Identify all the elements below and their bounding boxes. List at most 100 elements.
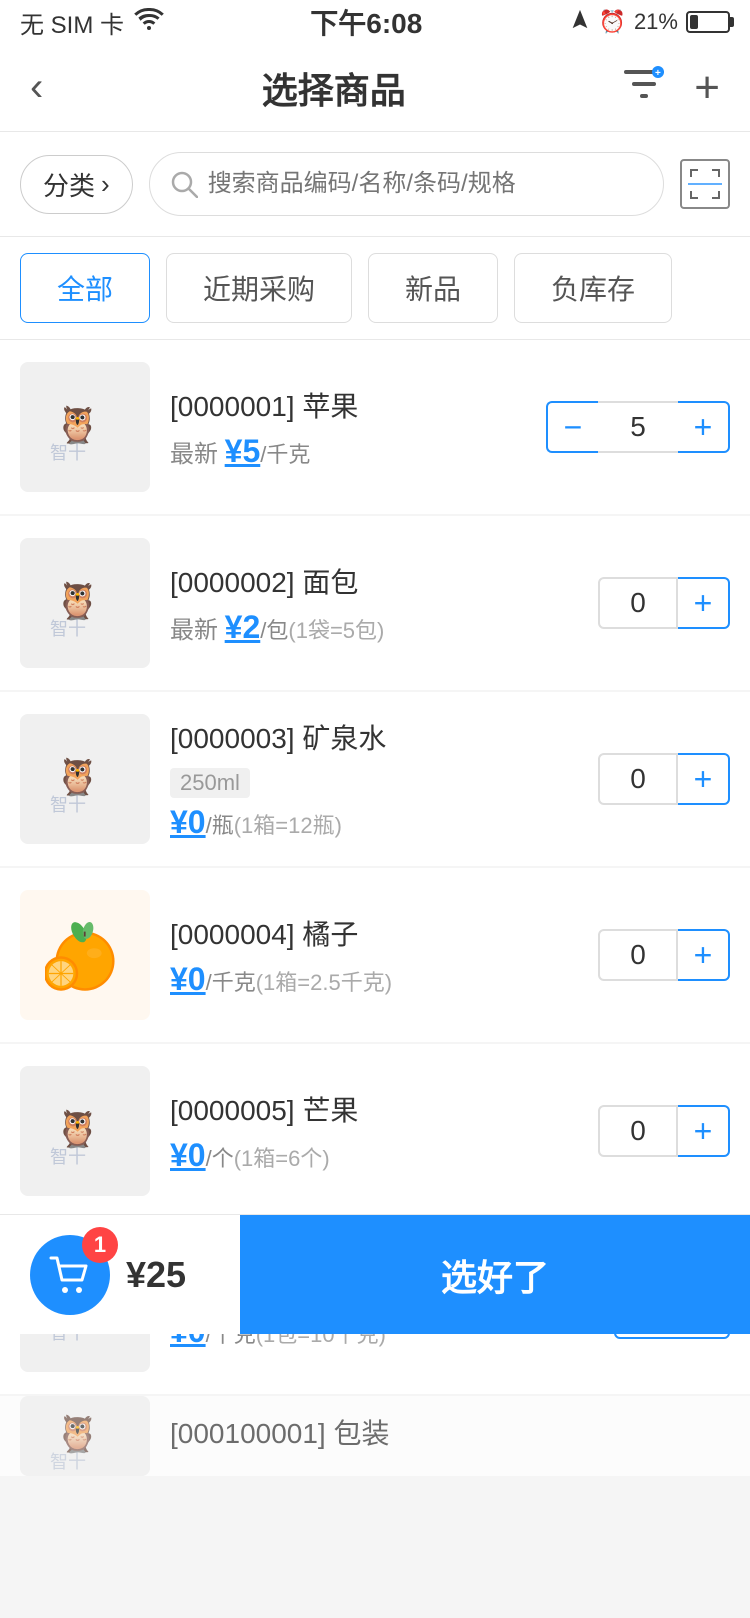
status-left: 无 SIM 卡 [20, 5, 164, 40]
quantity-input[interactable] [598, 753, 678, 805]
product-name: [0000002] 面包 [170, 561, 578, 601]
cart-total: ¥25 [126, 1254, 186, 1296]
product-info: [0000003] 矿泉水 250ml ¥0/瓶(1箱=12瓶) [170, 717, 578, 841]
product-spec: 250ml [170, 768, 250, 798]
list-item: 🦉 智十 [0000001] 苹果 最新 ¥5/千克 − + [0, 340, 750, 514]
wifi-icon [134, 8, 164, 37]
svg-text:🦉: 🦉 [55, 756, 100, 797]
nav-icons: + + [624, 63, 720, 113]
cart-badge: 1 [82, 1227, 118, 1263]
tab-row: 全部 近期采购 新品 负库存 [0, 237, 750, 340]
price-unit: /瓶 [206, 813, 234, 838]
list-item: [0000004] 橘子 ¥0/千克(1箱=2.5千克) + [0, 868, 750, 1042]
price-note: (1箱=2.5千克) [256, 970, 392, 995]
battery-percent: 21% [634, 9, 678, 35]
quantity-increase-button[interactable]: + [678, 929, 730, 981]
quantity-input[interactable] [598, 577, 678, 629]
svg-text:+: + [655, 68, 661, 79]
svg-text:智十: 智十 [50, 795, 86, 815]
product-price: 最新 ¥5/千克 [170, 433, 526, 470]
quantity-input[interactable] [598, 929, 678, 981]
product-price: ¥0/千克(1箱=2.5千克) [170, 961, 578, 998]
placeholder-icon: 🦉 智十 [45, 563, 125, 643]
svg-text:智十: 智十 [50, 1147, 86, 1167]
price-unit: /包 [260, 618, 288, 643]
placeholder-icon: 🦉 智十 [45, 739, 125, 819]
scan-icon[interactable] [680, 159, 730, 209]
alarm-icon: ⏰ [599, 9, 626, 35]
page-title: 选择商品 [262, 62, 406, 114]
search-icon [170, 170, 198, 198]
price-unit: /个 [206, 1146, 234, 1171]
tab-negative[interactable]: 负库存 [514, 253, 672, 323]
svg-text:🦉: 🦉 [55, 580, 100, 621]
product-thumbnail: 🦉 智十 [20, 1066, 150, 1196]
price-value: ¥0 [170, 1137, 206, 1173]
list-item: 🦉 智十 [0000005] 芒果 ¥0/个(1箱=6个) + [0, 1044, 750, 1218]
product-name: [0000003] 矿泉水 [170, 717, 578, 757]
nav-bar: ‹ 选择商品 + + [0, 44, 750, 132]
product-thumbnail: 🦉 智十 [20, 538, 150, 668]
tab-new[interactable]: 新品 [368, 253, 498, 323]
quantity-increase-button[interactable]: + [678, 577, 730, 629]
cart-area: 1 ¥25 [0, 1235, 240, 1315]
quantity-input[interactable] [598, 401, 678, 453]
product-thumbnail: 🦉 智十 [20, 362, 150, 492]
status-right: ⏰ 21% [569, 7, 730, 37]
list-item: 🦉 智十 [0000002] 面包 最新 ¥2/包(1袋=5包) + [0, 516, 750, 690]
placeholder-icon: 🦉 智十 [45, 1396, 125, 1476]
product-info: [0000002] 面包 最新 ¥2/包(1袋=5包) [170, 561, 578, 646]
svg-text:智十: 智十 [50, 1452, 86, 1472]
cart-button[interactable]: 1 [30, 1235, 110, 1315]
product-name: [0000004] 橘子 [170, 913, 578, 953]
quantity-control: − + [546, 401, 730, 453]
quantity-increase-button[interactable]: + [678, 753, 730, 805]
filter-bar: 分类 › [0, 132, 750, 237]
add-icon[interactable]: + [694, 63, 720, 113]
price-value: ¥2 [225, 609, 261, 645]
quantity-control: + [598, 577, 730, 629]
category-chevron-icon: › [101, 169, 110, 200]
svg-text:智十: 智十 [50, 443, 86, 463]
category-button[interactable]: 分类 › [20, 155, 133, 214]
svg-text:🦉: 🦉 [55, 404, 100, 445]
price-label: 最新 [170, 617, 225, 644]
quantity-input[interactable] [598, 1105, 678, 1157]
price-unit: /千克 [206, 970, 256, 995]
search-input[interactable] [208, 170, 643, 198]
product-info: [0000004] 橘子 ¥0/千克(1箱=2.5千克) [170, 913, 578, 998]
quantity-decrease-button[interactable]: − [546, 401, 598, 453]
product-name: [000100001] 包装 [170, 1412, 730, 1452]
price-label: 最新 [170, 441, 225, 468]
filter-icon[interactable]: + [624, 66, 664, 109]
price-value: ¥0 [170, 961, 206, 997]
price-unit: /千克 [260, 442, 310, 467]
svg-text:🦉: 🦉 [55, 1108, 100, 1149]
product-info: [000100001] 包装 [170, 1412, 730, 1460]
list-item: 🦉 智十 [000100001] 包装 [0, 1396, 750, 1476]
gps-icon [569, 7, 591, 37]
quantity-increase-button[interactable]: + [678, 1105, 730, 1157]
quantity-control: + [598, 1105, 730, 1157]
quantity-increase-button[interactable]: + [678, 401, 730, 453]
back-button[interactable]: ‹ [30, 65, 43, 110]
product-name: [0000005] 芒果 [170, 1089, 578, 1129]
cart-icon [47, 1254, 93, 1296]
tab-all[interactable]: 全部 [20, 253, 150, 323]
tab-recent[interactable]: 近期采购 [166, 253, 352, 323]
price-note: (1箱=12瓶) [234, 813, 342, 838]
product-price: ¥0/个(1箱=6个) [170, 1137, 578, 1174]
status-time: 下午6:08 [310, 2, 422, 42]
status-bar: 无 SIM 卡 下午6:08 ⏰ 21% [0, 0, 750, 44]
price-note: (1箱=6个) [234, 1146, 330, 1171]
product-thumbnail: 🦉 智十 [20, 1396, 150, 1476]
svg-text:智十: 智十 [50, 619, 86, 639]
placeholder-icon: 🦉 智十 [45, 1091, 125, 1171]
confirm-button[interactable]: 选好了 [240, 1215, 750, 1334]
product-info: [0000001] 苹果 最新 ¥5/千克 [170, 385, 526, 470]
price-value: ¥0 [170, 804, 206, 840]
list-item: 🦉 智十 [0000003] 矿泉水 250ml ¥0/瓶(1箱=12瓶) + [0, 692, 750, 866]
search-box[interactable] [149, 152, 664, 216]
product-thumbnail [20, 890, 150, 1020]
category-label: 分类 [43, 166, 95, 203]
